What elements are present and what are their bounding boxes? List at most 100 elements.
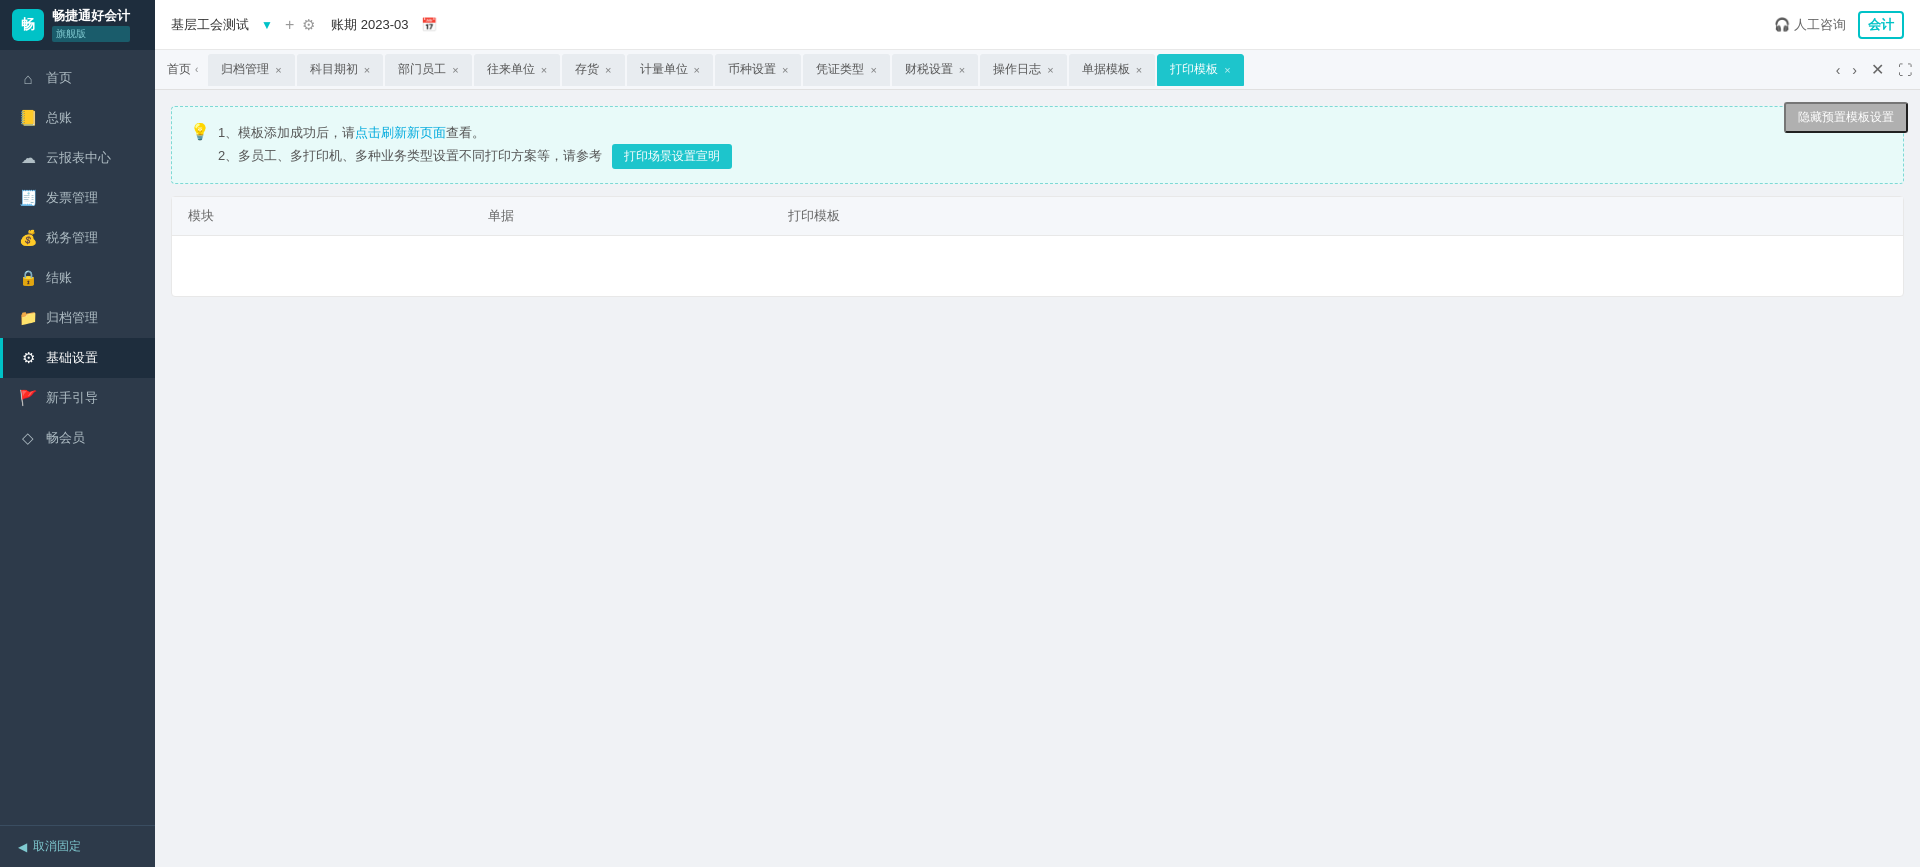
tab-department[interactable]: 部门员工 × [385,54,471,86]
tab-close-currency[interactable]: × [782,64,788,76]
sidebar-item-archive[interactable]: 📁 归档管理 [0,298,155,338]
logo-sub: 旗舰版 [52,26,130,42]
service-button[interactable]: 🎧 人工咨询 [1774,16,1846,34]
sidebar-unpin-icon: ◀ [18,840,27,854]
tab-close-singledoc[interactable]: × [1136,64,1142,76]
tab-printtemplate[interactable]: 打印模板 × [1157,54,1243,86]
col-template: 打印模板 [772,207,1903,225]
tab-close-subject[interactable]: × [364,64,370,76]
sidebar-label-settings: 基础设置 [46,349,98,367]
topbar: 基层工会测试 ▼ + ⚙ 账期 2023-03 📅 🎧 人工咨询 会计 [155,0,1920,50]
tab-singledoc[interactable]: 单据模板 × [1069,54,1155,86]
tab-taxsettings[interactable]: 财税设置 × [892,54,978,86]
sidebar-label-ledger: 总账 [46,109,72,127]
notice-refresh-link[interactable]: 点击刷新新页面 [355,125,446,140]
sidebar-item-ledger[interactable]: 📒 总账 [0,98,155,138]
sidebar-nav: ⌂ 首页 📒 总账 ☁ 云报表中心 🧾 发票管理 💰 税务管理 🔒 结账 📁 归… [0,50,155,825]
headset-icon: 🎧 [1774,17,1790,32]
tab-unit[interactable]: 计量单位 × [627,54,713,86]
sidebar-icon-guide: 🚩 [18,388,38,408]
company-name: 基层工会测试 [171,16,249,34]
tab-label-oplog: 操作日志 [993,61,1041,78]
sidebar-item-home[interactable]: ⌂ 首页 [0,58,155,98]
tab-close-taxsettings[interactable]: × [959,64,965,76]
tab-voucher[interactable]: 凭证类型 × [803,54,889,86]
tab-label-currency: 币种设置 [728,61,776,78]
tab-home[interactable]: 首页 ‹ [159,54,206,86]
tab-close-voucher[interactable]: × [870,64,876,76]
tab-subject[interactable]: 科目期初 × [297,54,383,86]
hide-preview-btn[interactable]: 隐藏预置模板设置 [1784,102,1908,133]
tab-next-icon[interactable]: › [1848,60,1861,80]
tab-prev-icon[interactable]: ‹ [1832,60,1845,80]
topbar-right: 🎧 人工咨询 会计 [1774,11,1904,39]
tab-home-chevron: ‹ [195,64,198,75]
sidebar-item-closing[interactable]: 🔒 结账 [0,258,155,298]
sidebar-label-home: 首页 [46,69,72,87]
tabbar: 首页‹归档管理×科目期初×部门员工×往来单位×存货×计量单位×币种设置×凭证类型… [155,50,1920,90]
logo-icon: 畅 [12,9,44,41]
sidebar-icon-invoice: 🧾 [18,188,38,208]
tab-close-department[interactable]: × [452,64,458,76]
tab-expand-icon[interactable]: ⛶ [1894,60,1916,80]
table-header: 模块 单据 打印模板 [172,197,1903,236]
bulb-icon: 💡 [190,122,210,141]
tab-oplog[interactable]: 操作日志 × [980,54,1066,86]
content-area: 隐藏预置模板设置 💡 1、模板添加成功后，请点击刷新新页面查看。 2、多员工、多… [155,90,1920,867]
tab-close-supplier[interactable]: × [541,64,547,76]
sidebar-icon-archive: 📁 [18,308,38,328]
notice-line1-suffix: 查看。 [446,125,485,140]
tab-label-voucher: 凭证类型 [816,61,864,78]
sidebar-item-reports[interactable]: ☁ 云报表中心 [0,138,155,178]
company-settings-icon[interactable]: ⚙ [302,16,315,34]
add-company-icon[interactable]: + [285,16,294,34]
sidebar-footer[interactable]: ◀ 取消固定 [0,825,155,867]
tab-archive[interactable]: 归档管理 × [208,54,294,86]
tab-close-unit[interactable]: × [694,64,700,76]
tab-label-subject: 科目期初 [310,61,358,78]
sidebar-icon-tax: 💰 [18,228,38,248]
sidebar-label-archive: 归档管理 [46,309,98,327]
tab-close-inventory[interactable]: × [605,64,611,76]
tab-inventory[interactable]: 存货× [562,54,624,86]
kuaiji-button[interactable]: 会计 [1858,11,1904,39]
tab-label-archive: 归档管理 [221,61,269,78]
sidebar-icon-member: ◇ [18,428,38,448]
tab-close-printtemplate[interactable]: × [1224,64,1230,76]
tab-label-department: 部门员工 [398,61,446,78]
sidebar-item-tax[interactable]: 💰 税务管理 [0,218,155,258]
data-table: 模块 单据 打印模板 [171,196,1904,297]
notice-line1: 1、模板添加成功后，请点击刷新新页面查看。 [218,121,732,144]
sidebar-item-settings[interactable]: ⚙ 基础设置 [0,338,155,378]
sidebar-label-closing: 结账 [46,269,72,287]
tab-close-oplog[interactable]: × [1047,64,1053,76]
sidebar-label-invoice: 发票管理 [46,189,98,207]
print-scene-btn[interactable]: 打印场景设置宣明 [612,144,732,169]
tab-label-taxsettings: 财税设置 [905,61,953,78]
calendar-icon[interactable]: 📅 [421,17,437,32]
sidebar-icon-closing: 🔒 [18,268,38,288]
sidebar-item-member[interactable]: ◇ 畅会员 [0,418,155,458]
notice-text: 1、模板添加成功后，请点击刷新新页面查看。 2、多员工、多打印机、多种业务类型设… [218,121,732,169]
company-dropdown-icon[interactable]: ▼ [261,18,273,32]
tab-label-unit: 计量单位 [640,61,688,78]
sidebar-item-invoice[interactable]: 🧾 发票管理 [0,178,155,218]
tabbar-nav: ‹ › ✕ ⛶ [1832,58,1916,81]
logo-area: 畅 畅捷通好会计 旗舰版 [0,0,155,50]
tab-supplier[interactable]: 往来单位 × [474,54,560,86]
tab-close-archive[interactable]: × [275,64,281,76]
tab-label-supplier: 往来单位 [487,61,535,78]
sidebar-icon-reports: ☁ [18,148,38,168]
tab-close-all-icon[interactable]: ✕ [1865,58,1890,81]
tab-currency[interactable]: 币种设置 × [715,54,801,86]
sidebar: 畅 畅捷通好会计 旗舰版 ⌂ 首页 📒 总账 ☁ 云报表中心 🧾 发票管理 💰 … [0,0,155,867]
sidebar-icon-settings: ⚙ [18,348,38,368]
notice-box: 💡 1、模板添加成功后，请点击刷新新页面查看。 2、多员工、多打印机、多种业务类… [171,106,1904,184]
service-label: 人工咨询 [1794,16,1846,34]
sidebar-item-guide[interactable]: 🚩 新手引导 [0,378,155,418]
sidebar-label-guide: 新手引导 [46,389,98,407]
tab-label-home: 首页 [167,61,191,78]
tab-label-printtemplate: 打印模板 [1170,61,1218,78]
notice-row: 💡 1、模板添加成功后，请点击刷新新页面查看。 2、多员工、多打印机、多种业务类… [190,121,1885,169]
tab-label-singledoc: 单据模板 [1082,61,1130,78]
